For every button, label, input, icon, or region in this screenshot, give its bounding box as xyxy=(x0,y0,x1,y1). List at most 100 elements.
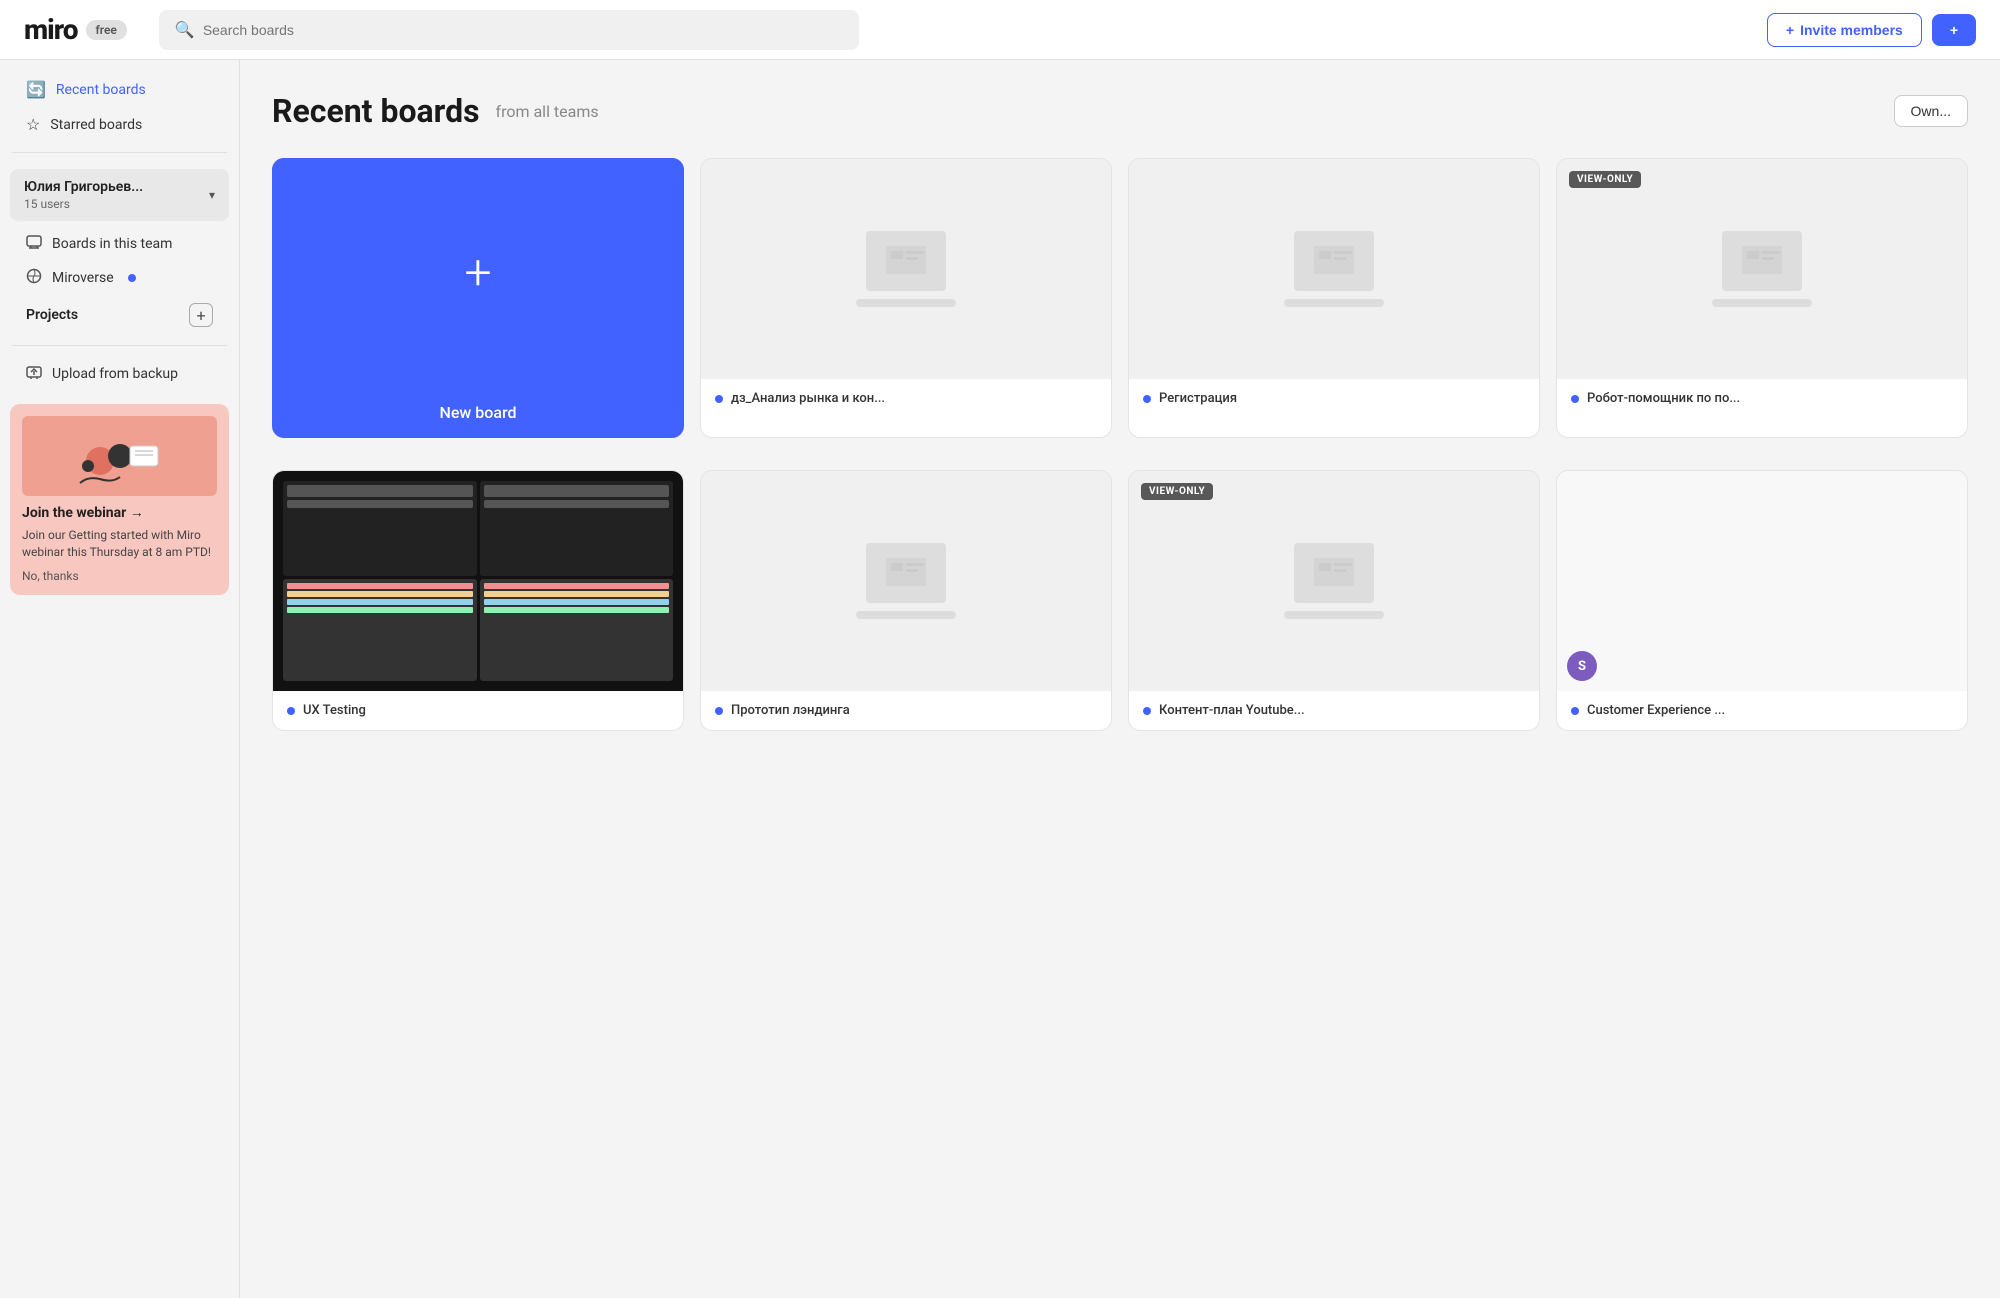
new-board-thumbnail: + xyxy=(272,158,684,387)
board-name-7: Customer Experience ... xyxy=(1587,703,1725,718)
board-thumbnail-3: VIEW-ONLY xyxy=(1557,159,1967,379)
board-card-7[interactable]: S Customer Experience ... xyxy=(1556,470,1968,731)
board-card-1[interactable]: дз_Анализ рынка и кон... xyxy=(700,158,1112,438)
add-project-button[interactable]: + xyxy=(189,303,213,327)
page-subtitle: from all teams xyxy=(496,102,599,121)
board-info-3: Робот-помощник по по... xyxy=(1557,379,1967,418)
board-logo-bar-5 xyxy=(856,611,956,619)
board-logo-placeholder-2 xyxy=(1284,231,1384,307)
board-name-5: Прототип лэндинга xyxy=(731,703,850,718)
board-info-6: Контент-план Youtube... xyxy=(1129,691,1539,730)
board-logo-placeholder xyxy=(856,231,956,307)
board-logo-icon-6 xyxy=(1294,543,1374,603)
sidebar-item-recent-boards[interactable]: 🔄 Recent boards xyxy=(6,72,233,107)
board-name-1: дз_Анализ рынка и кон... xyxy=(731,391,885,406)
board-logo-icon xyxy=(866,231,946,291)
board-name-4: UX Testing xyxy=(303,703,366,718)
topbar-right: + Invite members + xyxy=(1767,13,1976,47)
team-name: Юлия Григорьев... xyxy=(24,179,143,195)
board-info-2: Регистрация xyxy=(1129,379,1539,418)
boards-grid-row2: UX Testing Прототип лэндинга xyxy=(272,470,1968,731)
boards-grid-row1: + New board дз_Анализ рынка и кон... xyxy=(272,158,1968,438)
sidebar-item-miroverse[interactable]: Miroverse xyxy=(6,261,233,295)
action-button[interactable]: + xyxy=(1932,14,1976,46)
miroverse-dot xyxy=(128,274,136,282)
invite-label: Invite members xyxy=(1800,22,1903,38)
starred-boards-label: Starred boards xyxy=(50,117,142,133)
sidebar-item-boards-in-team[interactable]: Boards in this team xyxy=(6,227,233,261)
chevron-down-icon: ▾ xyxy=(209,188,215,202)
search-icon: 🔍 xyxy=(175,20,195,39)
board-logo-placeholder-3 xyxy=(1712,231,1812,307)
main-content: Recent boards from all teams Own... + Ne… xyxy=(240,60,2000,1298)
page-header: Recent boards from all teams Own... xyxy=(272,92,1968,130)
board-info-7: Customer Experience ... xyxy=(1557,691,1967,730)
boards-in-team-label: Boards in this team xyxy=(52,236,172,252)
view-only-badge-6: VIEW-ONLY xyxy=(1141,483,1213,500)
sidebar-divider-1 xyxy=(12,152,227,153)
board-dot-5 xyxy=(715,707,723,715)
star-icon: ☆ xyxy=(26,115,40,134)
layout: 🔄 Recent boards ☆ Starred boards Юлия Гр… xyxy=(0,60,2000,1298)
sidebar-divider-2 xyxy=(12,345,227,346)
board-logo-bar-6 xyxy=(1284,611,1384,619)
board-thumbnail-6: VIEW-ONLY xyxy=(1129,471,1539,691)
boards-icon xyxy=(26,234,42,254)
board-card-5[interactable]: Прототип лэндинга xyxy=(700,470,1112,731)
board-logo-placeholder-6 xyxy=(1284,543,1384,619)
sidebar-item-upload[interactable]: Upload from backup xyxy=(6,356,233,392)
header-filter[interactable]: Own... xyxy=(1894,95,1968,127)
board-info-5: Прототип лэндинга xyxy=(701,691,1111,730)
board-logo-bar-2 xyxy=(1284,299,1384,307)
invite-members-button[interactable]: + Invite members xyxy=(1767,13,1922,47)
board-dot-4 xyxy=(287,707,295,715)
team-users: 15 users xyxy=(24,197,143,211)
page-title: Recent boards xyxy=(272,92,480,130)
board-dot-2 xyxy=(1143,395,1151,403)
board-logo-bar xyxy=(856,299,956,307)
filter-button[interactable]: Own... xyxy=(1894,95,1968,127)
new-board-plus-icon: + xyxy=(464,249,491,297)
board-name-3: Робот-помощник по по... xyxy=(1587,391,1740,406)
search-bar[interactable]: 🔍 xyxy=(159,10,859,50)
webinar-card: Join the webinar → Join our Getting star… xyxy=(10,404,229,595)
view-only-badge-3: VIEW-ONLY xyxy=(1569,171,1641,188)
no-thanks-button[interactable]: No, thanks xyxy=(22,569,217,583)
board-card-6[interactable]: VIEW-ONLY Контент-план Youtube... xyxy=(1128,470,1540,731)
board-info-4: UX Testing xyxy=(273,691,683,730)
board-thumbnail-5 xyxy=(701,471,1111,691)
webinar-title[interactable]: Join the webinar → xyxy=(22,504,217,521)
new-board-card[interactable]: + New board xyxy=(272,158,684,438)
board-name-2: Регистрация xyxy=(1159,391,1237,406)
board-card-4[interactable]: UX Testing xyxy=(272,470,684,731)
board-logo-bar-3 xyxy=(1712,299,1812,307)
projects-label: Projects xyxy=(26,307,78,323)
board-logo-icon-3 xyxy=(1722,231,1802,291)
logo: miro xyxy=(24,13,78,46)
cx-avatar: S xyxy=(1567,651,1597,681)
sidebar: 🔄 Recent boards ☆ Starred boards Юлия Гр… xyxy=(0,60,240,1298)
board-dot-3 xyxy=(1571,395,1579,403)
board-name-6: Контент-план Youtube... xyxy=(1159,703,1305,718)
board-thumbnail-2 xyxy=(1129,159,1539,379)
recent-boards-label: Recent boards xyxy=(56,82,146,98)
board-thumbnail-7: S xyxy=(1557,471,1967,691)
free-badge: free xyxy=(86,20,127,40)
board-thumbnail-4 xyxy=(273,471,683,691)
recent-boards-icon: 🔄 xyxy=(26,80,46,99)
upload-icon xyxy=(26,364,42,384)
team-selector[interactable]: Юлия Григорьев... 15 users ▾ xyxy=(10,169,229,221)
board-logo-icon-5 xyxy=(866,543,946,603)
invite-plus-icon: + xyxy=(1786,22,1794,38)
board-card-2[interactable]: Регистрация xyxy=(1128,158,1540,438)
topbar: miro free 🔍 + Invite members + xyxy=(0,0,2000,60)
search-input[interactable] xyxy=(203,22,843,38)
webinar-description: Join our Getting started with Miro webin… xyxy=(22,527,217,561)
board-info-1: дз_Анализ рынка и кон... xyxy=(701,379,1111,418)
logo-area: miro free xyxy=(24,13,127,46)
board-logo-icon-2 xyxy=(1294,231,1374,291)
miroverse-label: Miroverse xyxy=(52,270,114,286)
new-board-label: New board xyxy=(272,387,684,438)
sidebar-item-starred-boards[interactable]: ☆ Starred boards xyxy=(6,107,233,142)
board-card-3[interactable]: VIEW-ONLY Робот-помощник по по... xyxy=(1556,158,1968,438)
